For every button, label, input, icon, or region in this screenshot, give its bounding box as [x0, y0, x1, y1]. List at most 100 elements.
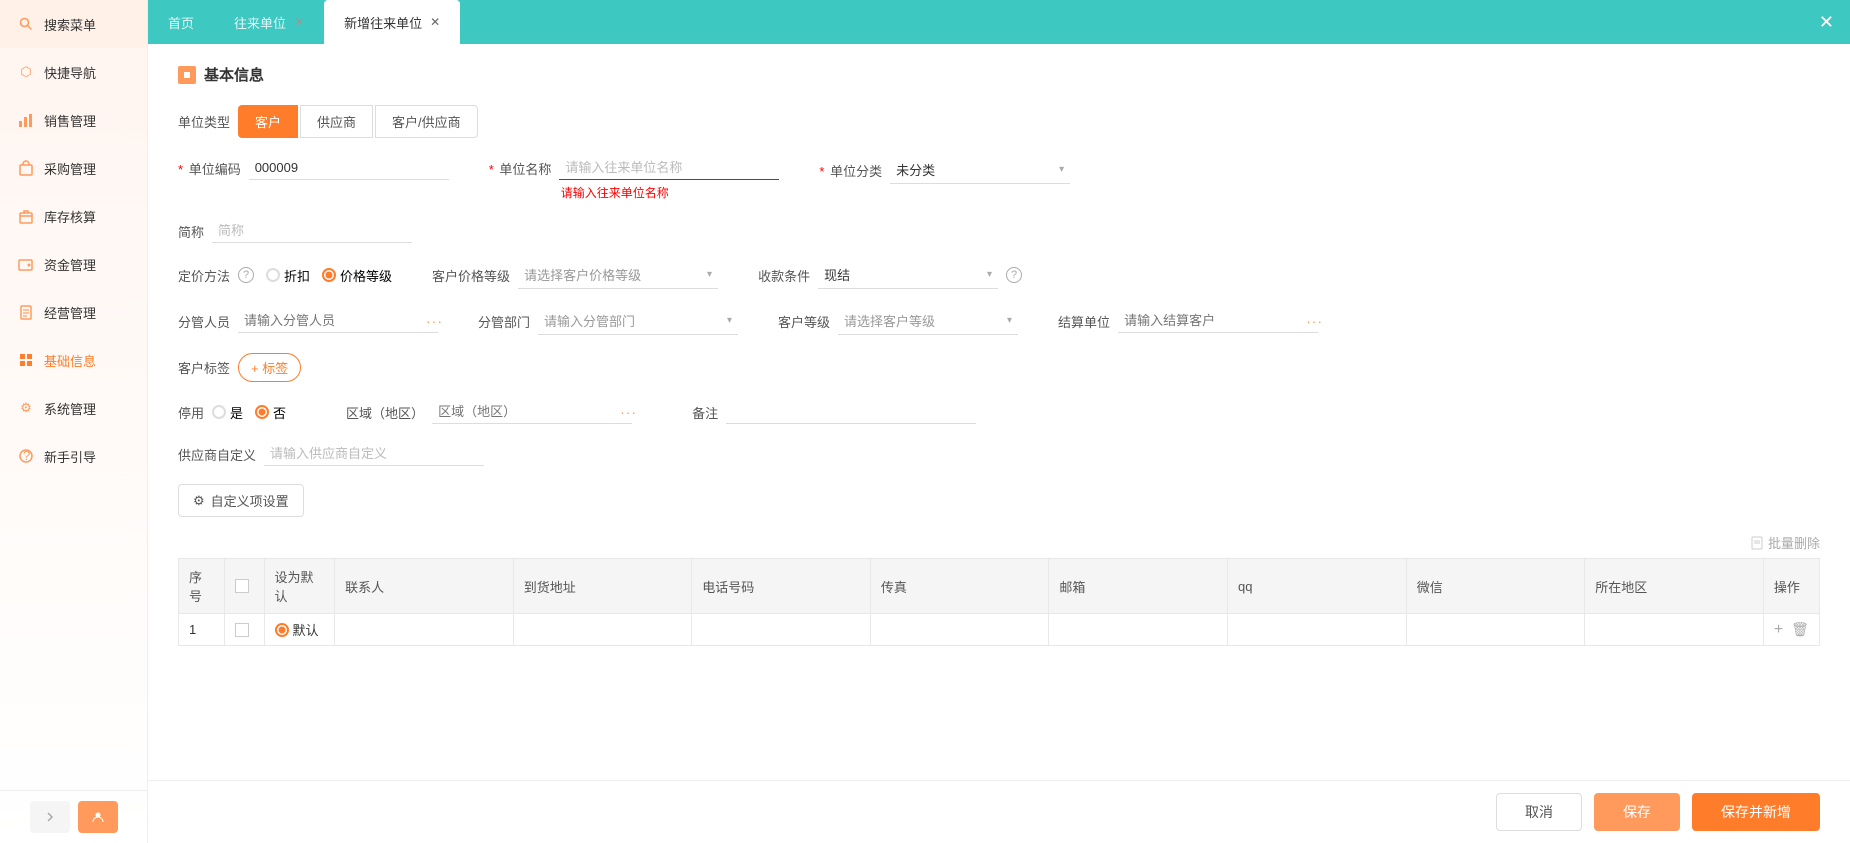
- row-region[interactable]: [1585, 614, 1764, 646]
- sidebar-item-inventory[interactable]: 库存核算: [0, 192, 147, 240]
- payment-terms-value: 现结: [824, 265, 987, 284]
- section-title: 基本信息: [204, 64, 264, 85]
- row-qq[interactable]: [1227, 614, 1406, 646]
- unit-type-customer[interactable]: 客户: [238, 105, 298, 138]
- dropdown-icon3: ▾: [987, 269, 992, 280]
- row-fax[interactable]: [870, 614, 1049, 646]
- payment-terms-select[interactable]: 现结 ▾: [818, 261, 998, 289]
- tab-partner[interactable]: 往来单位 ✕: [214, 0, 324, 44]
- row-checkbox[interactable]: [235, 623, 249, 637]
- row-address[interactable]: [513, 614, 692, 646]
- save-and-new-button[interactable]: 保存并新增: [1692, 793, 1820, 831]
- row-contact[interactable]: [335, 614, 514, 646]
- disabled-yes-radio[interactable]: [212, 405, 226, 419]
- manager-input-wrapper: ···: [238, 309, 438, 333]
- settlement-label: 结算单位: [1058, 312, 1110, 331]
- manager-input[interactable]: [238, 309, 426, 332]
- sidebar-item-label: 经营管理: [44, 303, 96, 322]
- unit-name-input[interactable]: [559, 156, 779, 180]
- save-button[interactable]: 保存: [1594, 793, 1680, 831]
- dropdown-icon4: ▾: [727, 315, 732, 326]
- form-group-name: * 单位名称 请输入往来单位名称: [489, 156, 780, 201]
- area-ellipsis[interactable]: ···: [620, 404, 637, 420]
- payment-help-icon[interactable]: ?: [1006, 267, 1022, 283]
- batch-delete-area: 批量删除: [178, 533, 1820, 552]
- delete-row-button[interactable]: 🗑: [1791, 621, 1809, 638]
- manager-ellipsis[interactable]: ···: [426, 313, 443, 329]
- dept-placeholder: 请输入分管部门: [544, 311, 727, 330]
- pricing-level-option[interactable]: 价格等级: [322, 266, 392, 285]
- unit-code-input[interactable]: [249, 156, 449, 180]
- phone-input[interactable]: [702, 622, 860, 637]
- row-wechat[interactable]: [1406, 614, 1585, 646]
- settlement-input[interactable]: [1118, 309, 1306, 332]
- disabled-no-option[interactable]: 否: [255, 403, 286, 422]
- email-input[interactable]: [1059, 622, 1217, 637]
- address-input[interactable]: [524, 622, 682, 637]
- pricing-help-icon[interactable]: ?: [238, 267, 254, 283]
- pricing-discount-radio[interactable]: [266, 268, 280, 282]
- disabled-no-radio[interactable]: [255, 405, 269, 419]
- sidebar-item-search[interactable]: 搜索菜单: [0, 0, 147, 48]
- sidebar-user-btn[interactable]: [78, 801, 118, 833]
- region-input[interactable]: [1595, 622, 1753, 637]
- sidebar-item-finance[interactable]: 资金管理: [0, 240, 147, 288]
- unit-type-label: 单位类型: [178, 112, 230, 131]
- row-email[interactable]: [1049, 614, 1228, 646]
- sidebar-expand-btn[interactable]: [30, 801, 70, 833]
- batch-delete-label[interactable]: 批量删除: [1768, 533, 1820, 552]
- table-header-checkbox[interactable]: [235, 579, 249, 593]
- custom-settings-button[interactable]: ⚙ 自定义项设置: [178, 484, 304, 517]
- pricing-discount-option[interactable]: 折扣: [266, 266, 310, 285]
- svg-text:?: ?: [23, 448, 30, 463]
- tab-partner-close[interactable]: ✕: [294, 16, 304, 28]
- tab-new-partner-close[interactable]: ✕: [430, 16, 440, 28]
- form-group-customer-price-level: 客户价格等级 请选择客户价格等级 ▾: [432, 261, 718, 289]
- fax-input[interactable]: [881, 622, 1039, 637]
- supplier-custom-input[interactable]: [264, 442, 484, 466]
- add-row-button[interactable]: +: [1774, 621, 1783, 639]
- sidebar-item-system[interactable]: ⚙ 系统管理: [0, 384, 147, 432]
- row-phone[interactable]: [692, 614, 871, 646]
- unit-category-select[interactable]: 未分类 ▾: [890, 156, 1070, 184]
- dropdown-icon2: ▾: [707, 269, 712, 280]
- unit-type-supplier[interactable]: 供应商: [300, 105, 373, 138]
- disabled-no-label: 否: [273, 403, 286, 422]
- unit-type-both[interactable]: 客户/供应商: [375, 105, 478, 138]
- close-all-button[interactable]: ✕: [1819, 13, 1834, 31]
- form-group-shortname: 简称: [178, 219, 412, 243]
- shortname-input[interactable]: [212, 219, 412, 243]
- sidebar-item-sales[interactable]: 销售管理: [0, 96, 147, 144]
- category-value: 未分类: [896, 160, 1059, 179]
- wechat-input[interactable]: [1417, 622, 1575, 637]
- add-tag-button[interactable]: + 标签: [238, 353, 301, 382]
- col-contact: 联系人: [335, 559, 514, 614]
- customer-level-select[interactable]: 请选择客户等级 ▾: [838, 307, 1018, 335]
- tab-new-partner[interactable]: 新增往来单位 ✕: [324, 0, 460, 44]
- contact-input[interactable]: [345, 622, 503, 637]
- sidebar-item-quick-nav[interactable]: ⬡ 快捷导航: [0, 48, 147, 96]
- settlement-ellipsis[interactable]: ···: [1306, 313, 1323, 329]
- area-label: 区域（地区）: [346, 403, 424, 422]
- remarks-label: 备注: [692, 403, 718, 422]
- cancel-button[interactable]: 取消: [1496, 793, 1582, 831]
- remarks-input[interactable]: [726, 400, 976, 424]
- sidebar-item-guide[interactable]: ? 新手引导: [0, 432, 147, 480]
- row-default: 默认: [264, 614, 335, 646]
- sidebar-item-basic-info[interactable]: 基础信息: [0, 336, 147, 384]
- disabled-yes-option[interactable]: 是: [212, 403, 243, 422]
- sidebar-item-operations[interactable]: 经营管理: [0, 288, 147, 336]
- sidebar-item-purchase[interactable]: 采购管理: [0, 144, 147, 192]
- chart-icon: [16, 110, 36, 130]
- qq-input[interactable]: [1238, 622, 1396, 637]
- area-input[interactable]: [432, 400, 620, 423]
- customer-price-select[interactable]: 请选择客户价格等级 ▾: [518, 261, 718, 289]
- dept-select[interactable]: 请输入分管部门 ▾: [538, 307, 738, 335]
- pricing-level-radio[interactable]: [322, 268, 336, 282]
- row-default-radio[interactable]: [275, 623, 289, 637]
- area-input-wrapper: ···: [432, 400, 632, 424]
- tab-home[interactable]: 首页: [148, 0, 214, 44]
- batch-delete-icon: [1750, 536, 1764, 550]
- customer-price-label: 客户价格等级: [432, 266, 510, 285]
- row-default-radio-item[interactable]: 默认: [275, 620, 325, 639]
